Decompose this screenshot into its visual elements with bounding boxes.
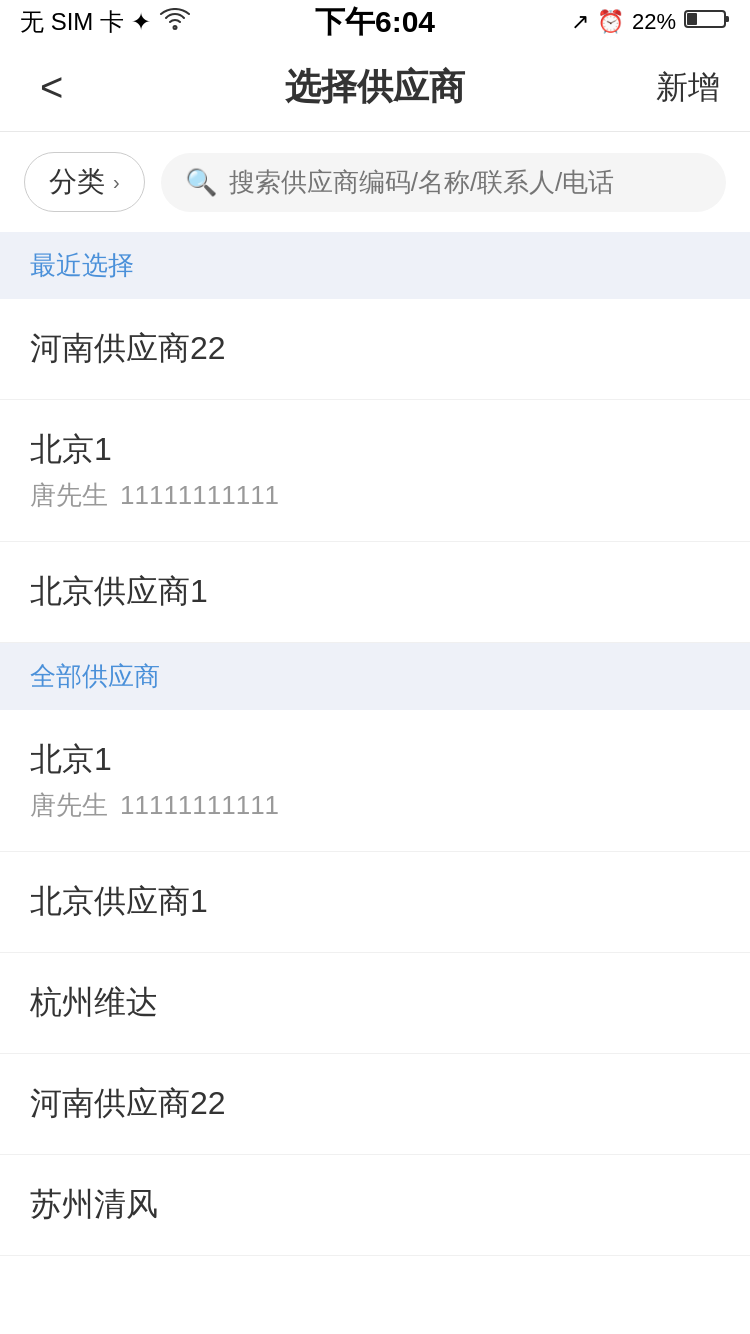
list-item[interactable]: 北京1 唐先生 11111111111 (0, 400, 750, 542)
supplier-list: 最近选择河南供应商22北京1唐先生11111111111北京供应商1全部供应商北… (0, 232, 750, 1256)
search-box: 🔍 (161, 153, 726, 212)
status-time: 下午6:04 (315, 2, 435, 43)
nav-bar: < 选择供应商 新增 (0, 44, 750, 132)
alarm-icon: ⏰ (597, 9, 624, 35)
list-item[interactable]: 河南供应商22 (0, 299, 750, 400)
add-button[interactable]: 新增 (656, 66, 720, 110)
item-name: 河南供应商22 (30, 1082, 720, 1126)
item-name: 苏州清风 (30, 1183, 720, 1227)
search-input[interactable] (229, 167, 702, 198)
list-item[interactable]: 杭州维达 (0, 953, 750, 1054)
list-item[interactable]: 北京1 唐先生 11111111111 (0, 710, 750, 852)
item-phone: 11111111111 (120, 480, 279, 510)
status-bar: 无 SIM 卡 ✦ 下午6:04 ↗ ⏰ 22% (0, 0, 750, 44)
svg-rect-1 (687, 13, 697, 25)
chevron-right-icon: › (113, 171, 120, 194)
status-right: ↗ ⏰ 22% (571, 8, 730, 36)
category-filter-button[interactable]: 分类 › (24, 152, 145, 212)
location-icon: ↗ (571, 9, 589, 35)
section-header-all: 全部供应商 (0, 643, 750, 710)
item-name: 北京供应商1 (30, 570, 720, 614)
item-phone: 11111111111 (120, 790, 279, 820)
page-title: 选择供应商 (285, 63, 465, 112)
sim-label: 无 SIM 卡 ✦ (20, 6, 151, 38)
item-detail: 唐先生 11111111111 (30, 788, 720, 823)
list-item[interactable]: 苏州清风 (0, 1155, 750, 1256)
item-contact: 唐先生 (30, 480, 108, 510)
battery-label: 22% (632, 9, 676, 35)
item-detail: 唐先生 11111111111 (30, 478, 720, 513)
item-name: 杭州维达 (30, 981, 720, 1025)
list-item[interactable]: 河南供应商22 (0, 1054, 750, 1155)
item-name: 北京1 (30, 428, 720, 472)
section-header-recent: 最近选择 (0, 232, 750, 299)
svg-rect-2 (725, 16, 729, 22)
list-item[interactable]: 北京供应商1 (0, 852, 750, 953)
item-name: 北京供应商1 (30, 880, 720, 924)
category-label: 分类 (49, 163, 105, 201)
item-name: 河南供应商22 (30, 327, 720, 371)
status-left: 无 SIM 卡 ✦ (20, 6, 191, 38)
item-contact: 唐先生 (30, 790, 108, 820)
filter-bar: 分类 › 🔍 (0, 132, 750, 232)
wifi-icon (159, 8, 191, 36)
battery-icon (684, 8, 730, 36)
list-item[interactable]: 北京供应商1 (0, 542, 750, 643)
back-button[interactable]: < (30, 55, 73, 120)
search-icon: 🔍 (185, 167, 217, 198)
item-name: 北京1 (30, 738, 720, 782)
